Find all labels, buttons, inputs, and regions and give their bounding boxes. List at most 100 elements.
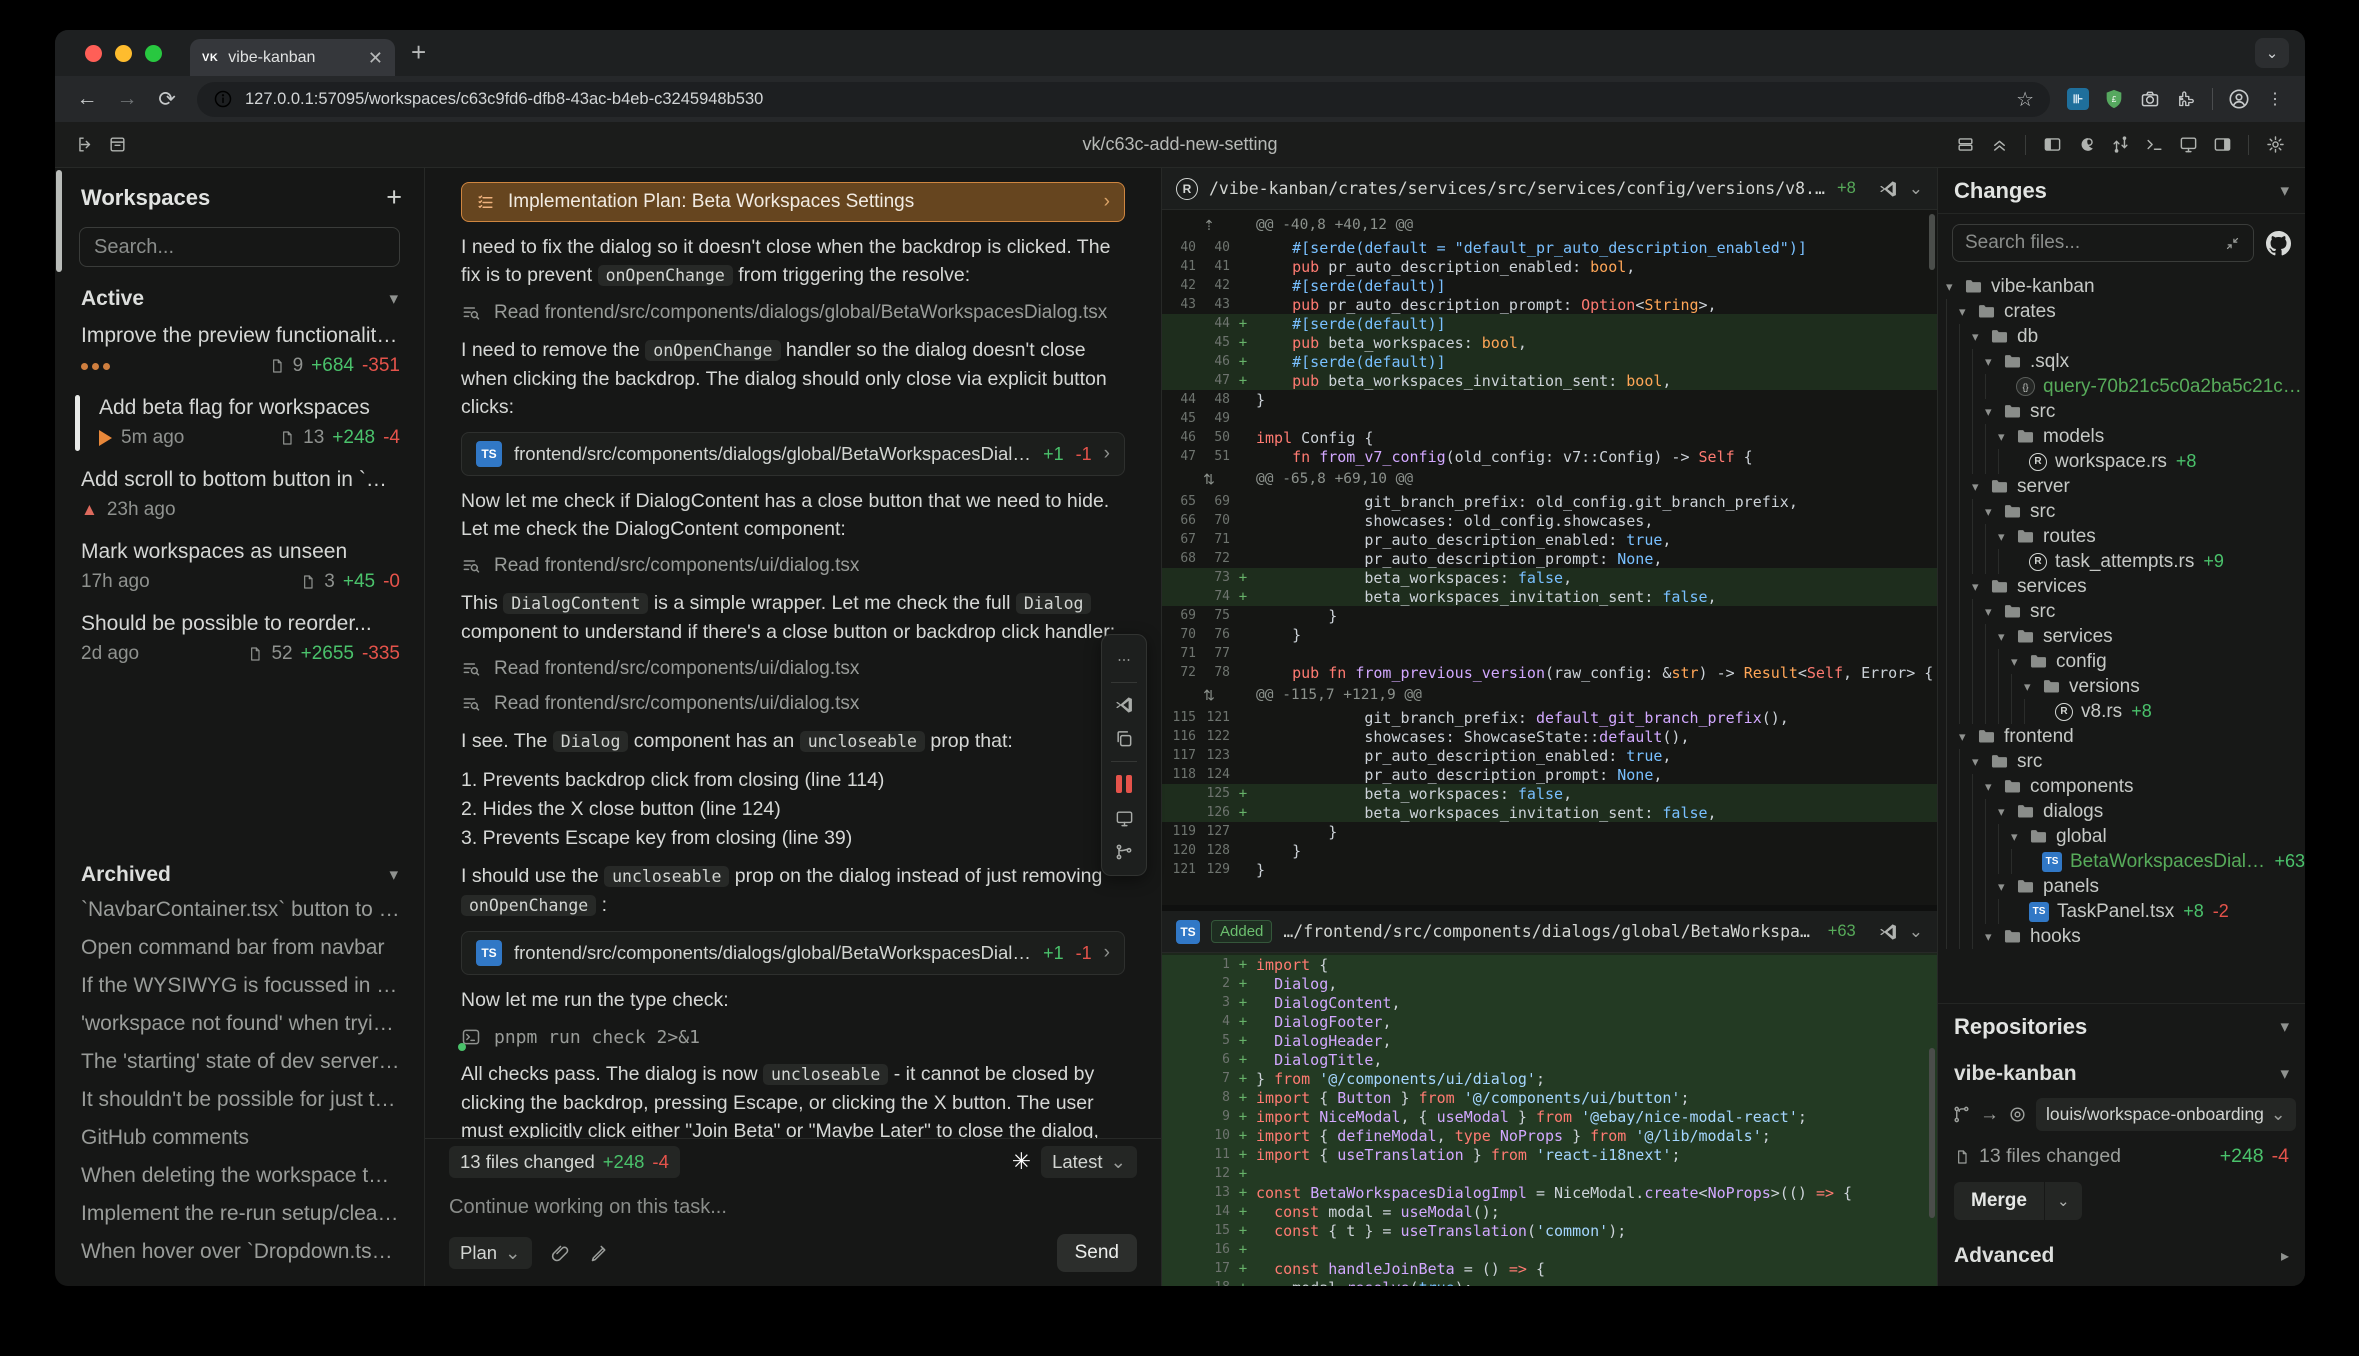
diff-line[interactable]: 121 129} — [1162, 860, 1937, 879]
tool-read-row[interactable]: Read frontend/src/components/dialogs/glo… — [461, 301, 1125, 325]
tree-row-taskpanel.tsx[interactable]: TS TaskPanel.tsx +8 -2 — [1938, 899, 2305, 924]
settings-gear-icon[interactable] — [2259, 130, 2291, 160]
merge-button[interactable]: Merge — [1954, 1182, 2044, 1220]
diff-line[interactable]: 69 75 } — [1162, 606, 1937, 625]
copy-icon[interactable] — [1102, 722, 1146, 756]
diff-line[interactable]: 5 + DialogHeader, — [1162, 1031, 1937, 1050]
chevron-down-icon[interactable]: ▾ — [2280, 1064, 2289, 1084]
bookmark-star-icon[interactable]: ☆ — [2016, 87, 2034, 112]
diff-line[interactable]: 74 + beta_workspaces_invitation_sent: fal… — [1162, 587, 1937, 606]
github-icon[interactable] — [2266, 230, 2291, 256]
diff-line[interactable]: 73 + beta_workspaces: false, — [1162, 568, 1937, 587]
chevron-down-icon[interactable]: ▾ — [389, 865, 398, 885]
open-in-vscode-icon[interactable] — [1878, 922, 1898, 942]
advanced-section[interactable]: Advanced ▸ — [1938, 1226, 2305, 1286]
diff-line[interactable]: 43 43 pub pr_auto_description_prompt: Opt… — [1162, 295, 1937, 314]
archived-workspace-item[interactable]: The 'starting' state of dev servers is..… — [55, 1043, 424, 1081]
minimize-window-button[interactable] — [115, 45, 132, 62]
drag-handle-icon[interactable] — [1102, 643, 1146, 677]
diff-line[interactable]: 13 + const BetaWorkspacesDialogImpl = Nice… — [1162, 1183, 1937, 1202]
tree-row-src[interactable]: ▾ src — [1938, 599, 2305, 624]
theme-icon[interactable] — [2070, 130, 2102, 160]
tree-row-workspace.rs[interactable]: Rworkspace.rs +8 — [1938, 449, 2305, 474]
terminal-icon[interactable] — [2138, 130, 2170, 160]
diff-line[interactable]: 1 + import { — [1162, 955, 1937, 974]
layout-rows-icon[interactable] — [1949, 130, 1981, 160]
chevron-down-icon[interactable]: ▾ — [2280, 181, 2289, 201]
reload-icon[interactable]: ⟳ — [149, 81, 185, 117]
diff-line[interactable]: 3 + DialogContent, — [1162, 993, 1937, 1012]
new-tab-button[interactable]: + — [411, 37, 426, 68]
diff-line[interactable]: 2 + Dialog, — [1162, 974, 1937, 993]
panel-left-icon[interactable] — [2036, 130, 2068, 160]
diff-line[interactable]: 10 + import { defineModal, type NoProps } … — [1162, 1126, 1937, 1145]
diff-line[interactable]: 14 + const modal = useModal(); — [1162, 1202, 1937, 1221]
logout-icon[interactable] — [69, 130, 101, 160]
diff-line[interactable]: 67 71 pr_auto_description_enabled: true, — [1162, 530, 1937, 549]
archive-icon[interactable] — [101, 130, 133, 160]
latest-dropdown[interactable]: Latest ⌄ — [1041, 1145, 1137, 1178]
extension-icon-blue[interactable]: ⊪ — [2062, 83, 2094, 115]
extension-shield-icon[interactable]: £ — [2098, 83, 2130, 115]
chevron-down-icon[interactable]: ▾ — [389, 289, 398, 309]
highlighter-icon[interactable] — [589, 1243, 610, 1264]
branch-selector[interactable]: louis/workspace-onboarding ⌄ — [2036, 1098, 2296, 1131]
diff-line[interactable]: 68 72 pr_auto_description_prompt: None, — [1162, 549, 1937, 568]
hunk-header[interactable]: ⇡ @@ -40,8 +40,12 @@ — [1162, 212, 1937, 238]
archived-workspace-item[interactable]: When deleting the workspace that'... — [55, 1157, 424, 1195]
tree-row-components[interactable]: ▾ components — [1938, 774, 2305, 799]
diff-line[interactable]: 125 + beta_workspaces: false, — [1162, 784, 1937, 803]
diff-line[interactable]: 119 127 } — [1162, 822, 1937, 841]
back-icon[interactable]: ← — [69, 81, 105, 117]
tab-close-icon[interactable]: ✕ — [368, 49, 383, 67]
diff-line[interactable]: 45 + pub beta_workspaces: bool, — [1162, 333, 1937, 352]
diff-line[interactable]: 42 42 #[serde(default)] — [1162, 276, 1937, 295]
file-search-input[interactable] — [1952, 224, 2254, 262]
close-window-button[interactable] — [85, 45, 102, 62]
workspace-item[interactable]: Improve the preview functionality: ... 9 +… — [55, 315, 424, 387]
edited-file-card[interactable]: TS frontend/src/components/dialogs/global… — [461, 432, 1125, 476]
diff-line[interactable]: 117 123 pr_auto_description_enabled: true… — [1162, 746, 1937, 765]
diff-line[interactable]: 40 40 #[serde(default = "default_pr_auto_… — [1162, 238, 1937, 257]
tree-row-betaworkspacesdialog.tsx[interactable]: TSBetaWorkspacesDialog.tsx+63 — [1938, 849, 2305, 874]
diff-line[interactable]: 6 + DialogTitle, — [1162, 1050, 1937, 1069]
diff-line[interactable]: 7 +} from '@/components/ui/dialog'; — [1162, 1069, 1937, 1088]
attach-icon[interactable] — [550, 1243, 571, 1264]
diff-line[interactable]: 11 + import { useTranslation } from 'react… — [1162, 1145, 1937, 1164]
tree-row-src[interactable]: ▾ src — [1938, 399, 2305, 424]
tree-row-routes[interactable]: ▾ routes — [1938, 524, 2305, 549]
panel-right-icon[interactable] — [2206, 130, 2238, 160]
tool-read-row[interactable]: Read frontend/src/components/ui/dialog.t… — [461, 692, 1125, 716]
tree-row-panels[interactable]: ▾ panels — [1938, 874, 2305, 899]
tool-read-row[interactable]: Read frontend/src/components/ui/dialog.t… — [461, 554, 1125, 578]
spark-icon[interactable]: ✳ — [1012, 1148, 1031, 1175]
tree-row-versions[interactable]: ▾ versions — [1938, 674, 2305, 699]
forward-icon[interactable]: → — [109, 81, 145, 117]
tree-row-models[interactable]: ▾ models — [1938, 424, 2305, 449]
workspace-search-input[interactable] — [79, 227, 400, 267]
tree-row-global[interactable]: ▾ global — [1938, 824, 2305, 849]
browser-menu-icon[interactable]: ⋮ — [2259, 83, 2291, 115]
diff-line[interactable]: 16 + — [1162, 1240, 1937, 1259]
extension-camera-icon[interactable] — [2134, 83, 2166, 115]
diff-line[interactable]: 126 + beta_workspaces_invitation_sent: fa… — [1162, 803, 1937, 822]
tree-row-src[interactable]: ▾ src — [1938, 499, 2305, 524]
site-info-icon[interactable] — [213, 89, 233, 109]
diff-line[interactable]: 9 + import NiceModal, { useModal } from '@… — [1162, 1107, 1937, 1126]
diff-line[interactable]: 47 51 fn from_v7_config(old_config: v7::C… — [1162, 447, 1937, 466]
profile-avatar-icon[interactable] — [2223, 83, 2255, 115]
diff-scrollbar-2[interactable] — [1929, 1048, 1935, 1218]
maximize-window-button[interactable] — [145, 45, 162, 62]
diff-scrollbar[interactable] — [1929, 214, 1935, 270]
archived-workspace-item[interactable]: `NavbarContainer.tsx` button to g... — [55, 891, 424, 929]
tree-row-.sqlx[interactable]: ▾ .sqlx — [1938, 349, 2305, 374]
tree-row-frontend[interactable]: ▾ frontend — [1938, 724, 2305, 749]
archived-workspace-item[interactable]: GitHub comments — [55, 1119, 424, 1157]
browser-tab[interactable]: VK vibe-kanban ✕ — [190, 39, 395, 76]
diff-line[interactable]: 44 + #[serde(default)] — [1162, 314, 1937, 333]
tree-row-crates[interactable]: ▾ crates — [1938, 299, 2305, 324]
diff-line[interactable]: 12 + — [1162, 1164, 1937, 1183]
edited-file-card[interactable]: TS frontend/src/components/dialogs/global… — [461, 931, 1125, 975]
diff-line[interactable]: 120 128 } — [1162, 841, 1937, 860]
add-workspace-button[interactable]: + — [386, 184, 402, 211]
